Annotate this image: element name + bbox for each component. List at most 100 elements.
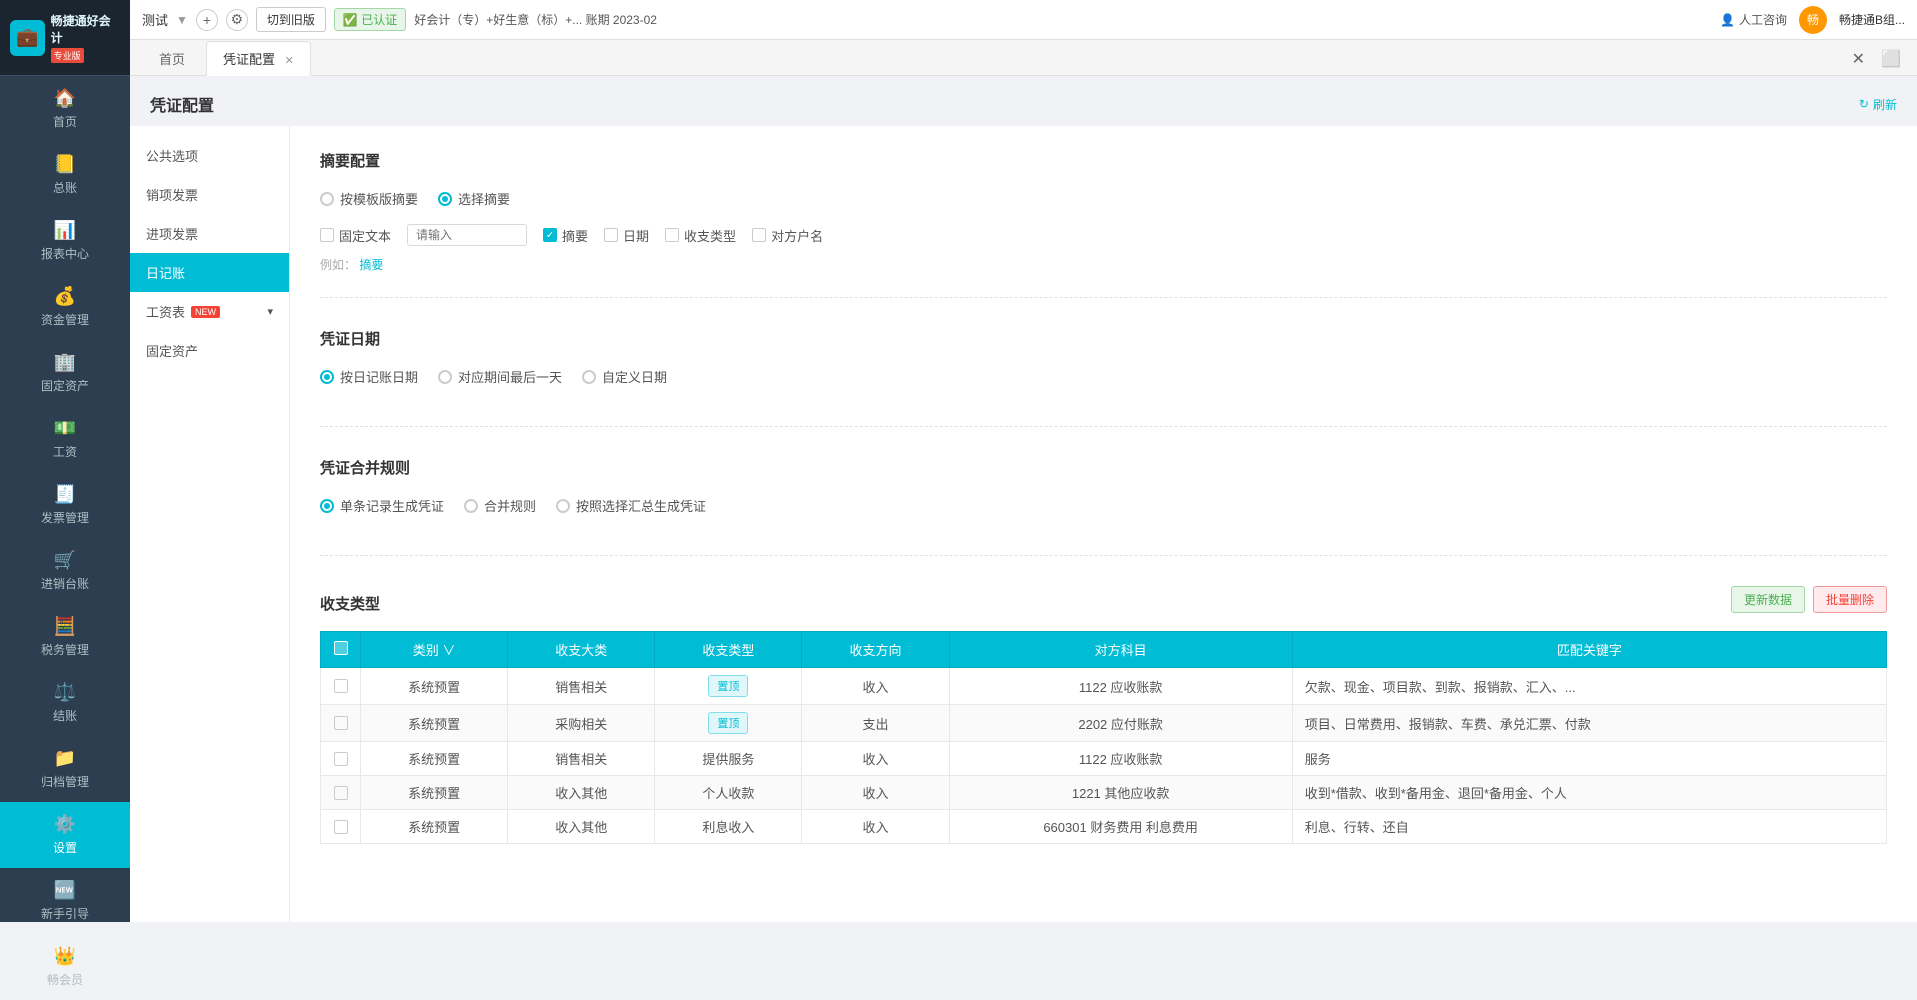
topbar-switch-btn[interactable]: 切到旧版 <box>256 7 326 32</box>
row-match-keyword: 服务 <box>1292 742 1886 776</box>
refresh-btn[interactable]: ↻ 刷新 <box>1859 96 1897 113</box>
table-row: 系统预置销售相关置顶收入1122 应收账款欠款、现金、项目款、到款、报销款、汇入… <box>321 668 1887 705</box>
row-checkbox[interactable] <box>334 716 348 730</box>
radio-journal-date-circle <box>320 370 334 384</box>
sidebar-item-settle[interactable]: ⚖️ 结账 <box>0 670 130 736</box>
left-nav-item-payroll[interactable]: 工资表 NEW ▾ <box>130 292 289 331</box>
radio-single[interactable]: 单条记录生成凭证 <box>320 496 444 515</box>
row-payment-type: 提供服务 <box>655 742 802 776</box>
user-name[interactable]: 畅捷通B组... <box>1839 11 1905 28</box>
tab-expand-btn[interactable]: ⬜ <box>1877 47 1905 71</box>
merge-section-title: 凭证合并规则 <box>320 457 1887 478</box>
checkbox-counterpart[interactable]: 对方户名 <box>752 226 823 245</box>
date-section-title: 凭证日期 <box>320 328 1887 349</box>
row-category: 系统预置 <box>361 705 508 742</box>
row-checkbox-cell[interactable] <box>321 742 361 776</box>
topbar-status-info: 好会计（专）+好生意（标）+... 账期 2023-02 <box>414 11 657 28</box>
radio-template[interactable]: 按模板版摘要 <box>320 189 418 208</box>
sidebar-item-archive[interactable]: 📁 归档管理 <box>0 736 130 802</box>
tab-home[interactable]: 首页 <box>142 41 202 75</box>
row-payment-type: 置顶 <box>655 705 802 742</box>
left-nav-item-journal[interactable]: 日记账 <box>130 253 289 292</box>
nav-arrow-icon: ▾ <box>267 305 273 318</box>
topbar-service-btn[interactable]: 👤 人工咨询 <box>1720 11 1787 28</box>
payment-type-tag[interactable]: 置顶 <box>708 675 748 697</box>
update-data-btn[interactable]: 更新数据 <box>1731 586 1805 613</box>
checkbox-fixed-text-box <box>320 228 334 242</box>
th-payment-type: 收支类型 <box>655 632 802 668</box>
sidebar-item-member[interactable]: 👑 畅会员 <box>0 934 130 1000</box>
config-panel: 摘要配置 按模板版摘要 选择摘要 <box>290 126 1917 922</box>
purchase-icon: 🛒 <box>54 550 76 571</box>
table-row: 系统预置收入其他个人收款收入1221 其他应收款收到*借款、收到*备用金、退回*… <box>321 776 1887 810</box>
row-checkbox[interactable] <box>334 752 348 766</box>
row-counter-account: 660301 财务费用 利息费用 <box>949 810 1292 844</box>
sidebar-item-invoice[interactable]: 🧾 发票管理 <box>0 472 130 538</box>
row-counter-account: 1122 应收账款 <box>949 742 1292 776</box>
topbar-dropdown-icon[interactable]: ▼ <box>176 13 188 27</box>
radio-period-last[interactable]: 对应期间最后一天 <box>438 367 562 386</box>
sidebar-item-guide[interactable]: 🆕 新手引导 <box>0 868 130 934</box>
checkbox-date[interactable]: 日期 <box>604 226 649 245</box>
payment-type-tag[interactable]: 置顶 <box>708 712 748 734</box>
sidebar-item-purchase[interactable]: 🛒 进销台账 <box>0 538 130 604</box>
left-nav-item-public[interactable]: 公共选项 <box>130 136 289 175</box>
row-checkbox-cell[interactable] <box>321 776 361 810</box>
row-direction: 收入 <box>802 810 949 844</box>
row-checkbox-cell[interactable] <box>321 705 361 742</box>
fixed-text-input[interactable] <box>407 224 527 246</box>
row-direction: 收入 <box>802 776 949 810</box>
checkbox-summary[interactable]: ✓ 摘要 <box>543 226 588 245</box>
table-row: 系统预置销售相关提供服务收入1122 应收账款服务 <box>321 742 1887 776</box>
sidebar-item-settings[interactable]: ⚙️ 设置 <box>0 802 130 868</box>
radio-merge-rule[interactable]: 合并规则 <box>464 496 536 515</box>
summary-section-title: 摘要配置 <box>320 150 1887 171</box>
row-checkbox[interactable] <box>334 679 348 693</box>
payment-type-table: 类别 ∨ 收支大类 收支类型 收支方向 对方科目 匹配关键字 系统预置销售相关置… <box>320 631 1887 844</box>
th-check[interactable] <box>321 632 361 668</box>
tab-close-icon[interactable]: ✕ <box>285 55 294 67</box>
table-row: 系统预置收入其他利息收入收入660301 财务费用 利息费用利息、行转、还自 <box>321 810 1887 844</box>
row-checkbox[interactable] <box>334 786 348 800</box>
row-major-type: 收入其他 <box>508 776 655 810</box>
payment-type-section: 收支类型 更新数据 批量删除 <box>320 586 1887 844</box>
tab-close-window-btn[interactable]: ✕ <box>1848 47 1869 71</box>
radio-custom-date[interactable]: 自定义日期 <box>582 367 667 386</box>
salary-icon: 💵 <box>54 418 76 439</box>
left-nav: 公共选项 销项发票 进项发票 日记账 工资表 NEW ▾ <box>130 126 290 922</box>
left-nav-item-sales[interactable]: 销项发票 <box>130 175 289 214</box>
left-nav-item-purchase[interactable]: 进项发票 <box>130 214 289 253</box>
radio-total[interactable]: 按照选择汇总生成凭证 <box>556 496 706 515</box>
topbar-settings-btn[interactable]: ⚙ <box>226 9 248 31</box>
left-nav-item-fixed-assets[interactable]: 固定资产 <box>130 331 289 370</box>
th-match-keyword: 匹配关键字 <box>1292 632 1886 668</box>
sidebar-item-home[interactable]: 🏠 首页 <box>0 76 130 142</box>
main-area: 测试 ▼ + ⚙ 切到旧版 ✅ 已认证 好会计（专）+好生意（标）+... 账期… <box>130 0 1917 922</box>
row-checkbox[interactable] <box>334 820 348 834</box>
checkbox-payment-type[interactable]: 收支类型 <box>665 226 736 245</box>
radio-single-circle <box>320 499 334 513</box>
member-icon: 👑 <box>54 946 76 967</box>
page-header: 凭证配置 ↻ 刷新 <box>130 76 1917 126</box>
sidebar-item-tax[interactable]: 🧮 税务管理 <box>0 604 130 670</box>
sidebar-item-assets[interactable]: 🏢 固定资产 <box>0 340 130 406</box>
topbar-add-btn[interactable]: + <box>196 9 218 31</box>
radio-journal-date[interactable]: 按日记账日期 <box>320 367 418 386</box>
batch-delete-btn[interactable]: 批量删除 <box>1813 586 1887 613</box>
row-checkbox-cell[interactable] <box>321 810 361 844</box>
tab-voucher-config[interactable]: 凭证配置 ✕ <box>206 41 311 76</box>
tabbar: 首页 凭证配置 ✕ ✕ ⬜ <box>130 40 1917 76</box>
new-badge: NEW <box>191 306 220 318</box>
th-counter-account: 对方科目 <box>949 632 1292 668</box>
topbar-title: 测试 <box>142 10 168 29</box>
row-major-type: 采购相关 <box>508 705 655 742</box>
checkbox-fixed-text[interactable]: 固定文本 <box>320 226 391 245</box>
sidebar-item-report[interactable]: 📊 报表中心 <box>0 208 130 274</box>
row-checkbox-cell[interactable] <box>321 668 361 705</box>
sidebar-item-salary[interactable]: 💵 工资 <box>0 406 130 472</box>
sidebar-item-ledger[interactable]: 📒 总账 <box>0 142 130 208</box>
header-checkbox[interactable] <box>334 641 348 655</box>
sidebar-item-funds[interactable]: 💰 资金管理 <box>0 274 130 340</box>
tabbar-right: ✕ ⬜ <box>1848 47 1905 75</box>
radio-select[interactable]: 选择摘要 <box>438 189 510 208</box>
